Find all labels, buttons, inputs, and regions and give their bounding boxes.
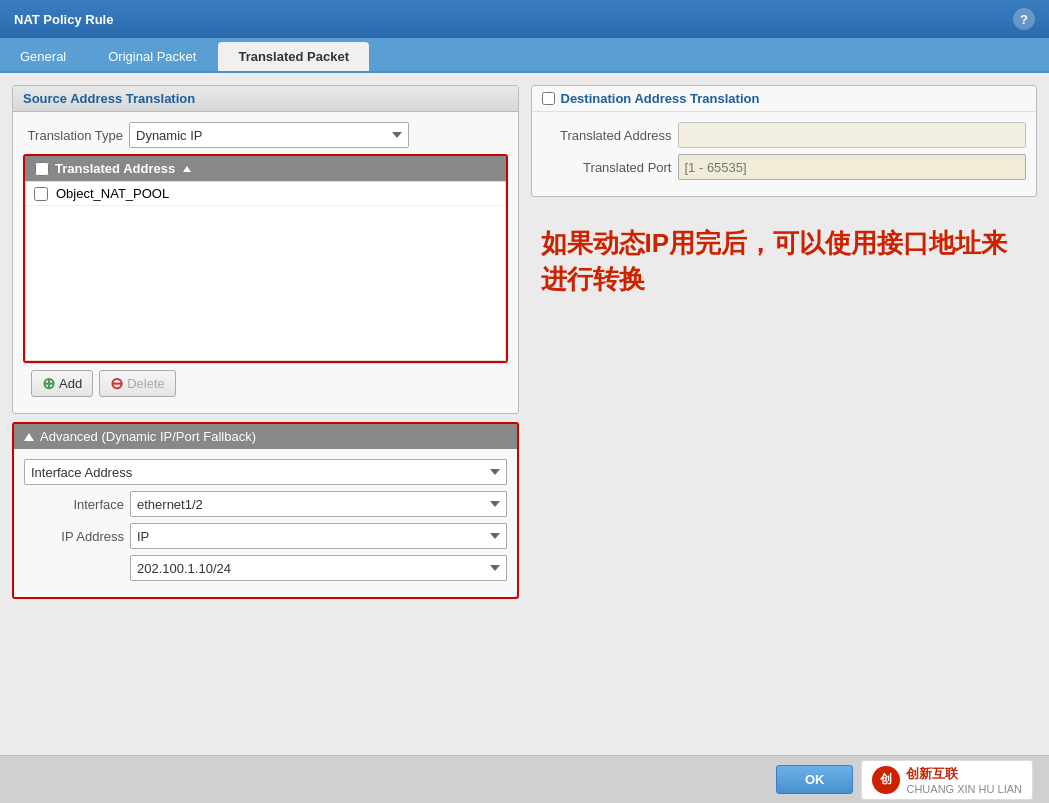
destination-title: Destination Address Translation: [561, 91, 760, 106]
footer: OK 创 创新互联 CHUANG XIN HU LIAN: [0, 755, 1049, 803]
source-section-header: Source Address Translation: [13, 86, 518, 112]
nat-policy-rule-dialog: NAT Policy Rule ? General Original Packe…: [0, 0, 1049, 803]
advanced-header-label: Advanced (Dynamic IP/Port Fallback): [40, 429, 256, 444]
dialog-title: NAT Policy Rule: [14, 12, 113, 27]
right-panel: Destination Address Translation Translat…: [531, 85, 1038, 743]
dest-translated-port-label: Translated Port: [542, 160, 672, 175]
ok-button[interactable]: OK: [776, 765, 854, 794]
ip-address-row: IP Address IP Floating IP: [24, 523, 507, 549]
destination-enabled-checkbox[interactable]: [542, 92, 555, 105]
dest-translated-address-label: Translated Address: [542, 128, 672, 143]
delete-button[interactable]: ⊖ Delete: [99, 370, 176, 397]
ip-subnet-row: 202.100.1.10/24: [24, 555, 507, 581]
row-checkbox-1[interactable]: [34, 187, 48, 201]
ip-subnet-select[interactable]: 202.100.1.10/24: [130, 555, 507, 581]
brand-badge: 创 创新互联 CHUANG XIN HU LIAN: [861, 760, 1033, 800]
tab-original-packet[interactable]: Original Packet: [88, 42, 216, 71]
destination-header: Destination Address Translation: [532, 86, 1037, 112]
help-button[interactable]: ?: [1013, 8, 1035, 30]
help-icon: ?: [1020, 12, 1028, 27]
title-bar: NAT Policy Rule ?: [0, 0, 1049, 38]
plus-icon: ⊕: [42, 374, 55, 393]
advanced-content: Interface Address Translated Address Int…: [14, 449, 517, 597]
annotation-text: 如果动态IP用完后，可以使用接口地址来进行转换: [531, 205, 1038, 318]
destination-content: Translated Address Translated Port: [532, 112, 1037, 196]
source-address-translation-section: Source Address Translation Translation T…: [12, 85, 519, 414]
translated-address-select-all-checkbox[interactable]: [35, 162, 49, 176]
translation-type-label: Translation Type: [23, 128, 123, 143]
interface-row: Interface ethernet1/2 ethernet1/1 ethern…: [24, 491, 507, 517]
minus-icon: ⊖: [110, 374, 123, 393]
tab-translated-packet[interactable]: Translated Packet: [218, 42, 369, 71]
table-toolbar: ⊕ Add ⊖ Delete: [23, 363, 508, 403]
translation-type-select[interactable]: Dynamic IP Dynamic IP and Port Static IP…: [129, 122, 409, 148]
translated-address-table: Object_NAT_POOL: [25, 181, 506, 361]
collapse-icon: [24, 433, 34, 441]
table-empty-area: [26, 206, 505, 336]
dest-translated-address-select[interactable]: [678, 122, 1027, 148]
tab-general[interactable]: General: [0, 42, 86, 71]
sort-arrow-icon: [183, 166, 191, 172]
tab-bar: General Original Packet Translated Packe…: [0, 38, 1049, 73]
dest-translated-port-row: Translated Port: [542, 154, 1027, 180]
source-section-title: Source Address Translation: [23, 91, 195, 106]
translation-type-row: Translation Type Dynamic IP Dynamic IP a…: [23, 122, 508, 148]
left-panel: Source Address Translation Translation T…: [12, 85, 519, 743]
interface-label: Interface: [24, 497, 124, 512]
brand-text: 创新互联 CHUANG XIN HU LIAN: [906, 765, 1022, 795]
source-section-content: Translation Type Dynamic IP Dynamic IP a…: [13, 112, 518, 413]
ip-address-label: IP Address: [24, 529, 124, 544]
table-row[interactable]: Object_NAT_POOL: [26, 182, 505, 206]
destination-section: Destination Address Translation Translat…: [531, 85, 1038, 197]
dest-translated-address-row: Translated Address: [542, 122, 1027, 148]
translated-address-header-label: Translated Address: [55, 161, 191, 176]
fallback-row: Interface Address Translated Address: [24, 459, 507, 485]
add-button[interactable]: ⊕ Add: [31, 370, 93, 397]
advanced-section: Advanced (Dynamic IP/Port Fallback) Inte…: [12, 422, 519, 599]
translated-address-section: Translated Address Object_NAT_POOL: [23, 154, 508, 363]
brand-icon: 创: [872, 766, 900, 794]
content-area: Source Address Translation Translation T…: [0, 73, 1049, 755]
translated-address-table-header: Translated Address: [25, 156, 506, 181]
fallback-select[interactable]: Interface Address Translated Address: [24, 459, 507, 485]
interface-select[interactable]: ethernet1/2 ethernet1/1 ethernet1/3: [130, 491, 507, 517]
advanced-header[interactable]: Advanced (Dynamic IP/Port Fallback): [14, 424, 517, 449]
dest-translated-port-input[interactable]: [678, 154, 1027, 180]
row-label-1: Object_NAT_POOL: [56, 186, 169, 201]
ip-address-select[interactable]: IP Floating IP: [130, 523, 507, 549]
